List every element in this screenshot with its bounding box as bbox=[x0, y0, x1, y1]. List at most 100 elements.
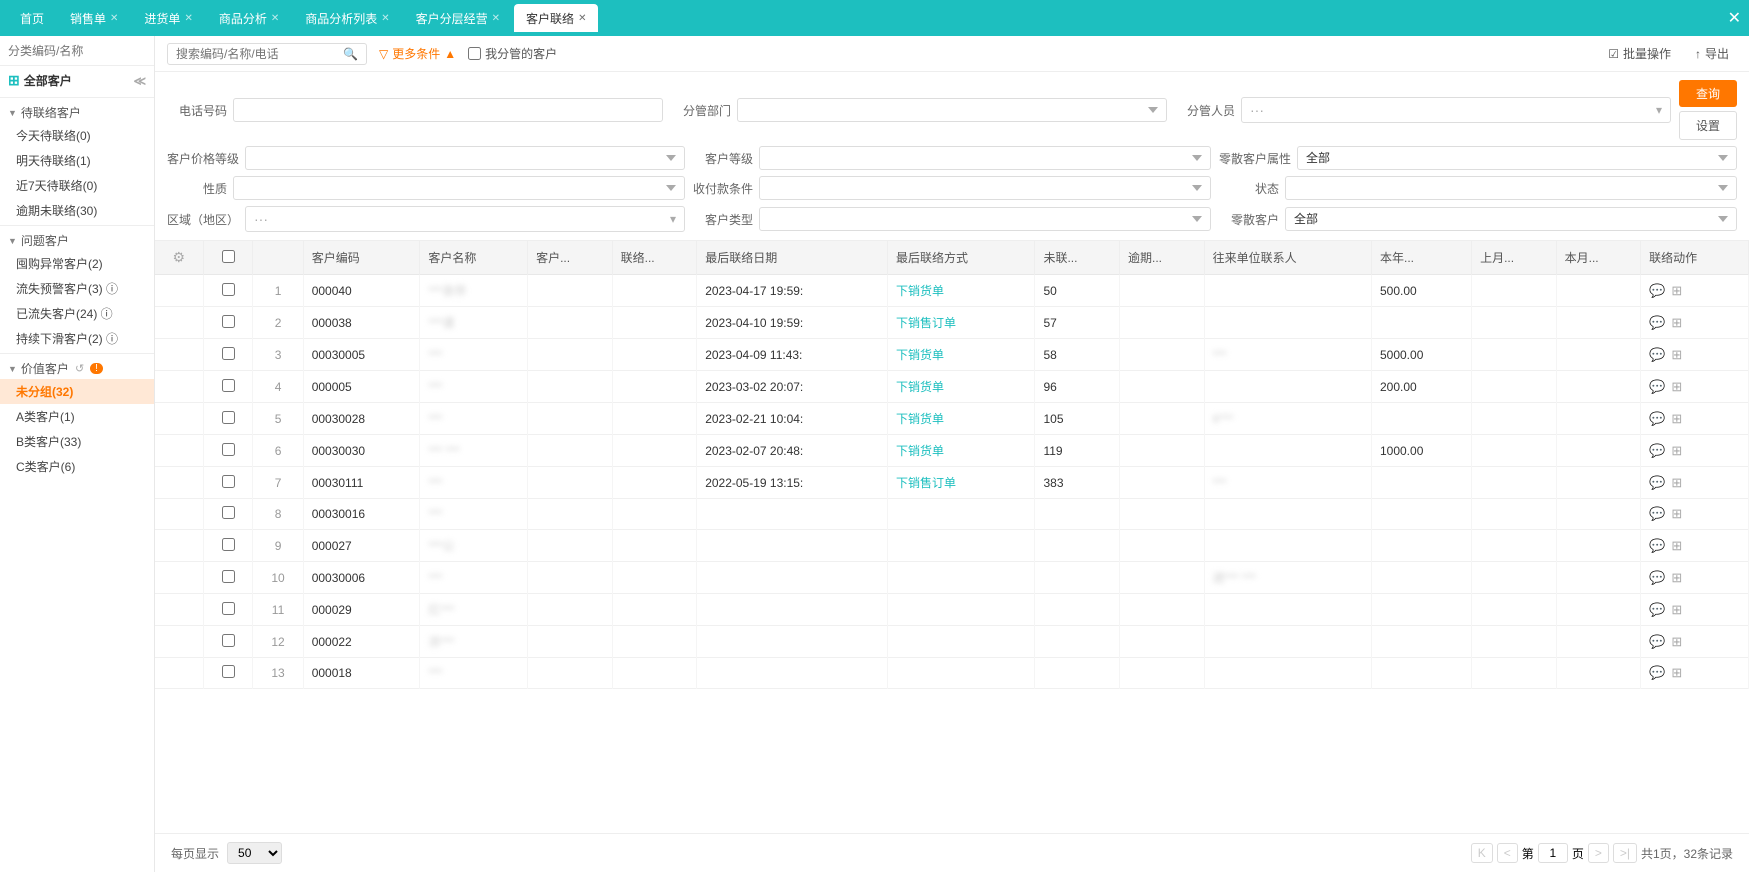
row-select-checkbox[interactable] bbox=[222, 602, 235, 615]
col-last-date[interactable]: 最后联络日期 bbox=[697, 241, 888, 275]
grid-action-icon[interactable]: ⊞ bbox=[1671, 443, 1682, 459]
col-no-contact[interactable]: 未联... bbox=[1035, 241, 1120, 275]
dept-select[interactable] bbox=[737, 98, 1167, 122]
col-last-way[interactable]: 最后联络方式 bbox=[887, 241, 1035, 275]
sidebar-item-overdue-pending[interactable]: 逾期未联络(30) bbox=[0, 198, 154, 223]
row-checkbox[interactable] bbox=[203, 339, 253, 371]
row-checkbox[interactable] bbox=[203, 467, 253, 499]
batch-ops-button[interactable]: ☑ 批量操作 bbox=[1600, 42, 1679, 65]
search-icon[interactable]: 🔍 bbox=[343, 47, 358, 61]
chat-icon[interactable]: 💬 bbox=[1649, 634, 1665, 650]
grid-action-icon[interactable]: ⊞ bbox=[1671, 347, 1682, 363]
close-icon[interactable]: ✕ bbox=[110, 13, 118, 24]
sidebar-search-input[interactable] bbox=[8, 44, 155, 58]
query-button[interactable]: 查询 bbox=[1679, 80, 1737, 107]
col-contact[interactable]: 联络... bbox=[612, 241, 697, 275]
price-level-select[interactable] bbox=[245, 146, 685, 170]
more-conditions-button[interactable]: ▽ 更多条件 ▲ bbox=[379, 45, 456, 62]
last-way-link[interactable]: 下销货单 bbox=[896, 348, 944, 362]
all-customers-header[interactable]: ⊞ 全部客户 ≪ bbox=[0, 66, 154, 95]
sidebar-item-abnormal-purchase[interactable]: 囤购异常客户(2) bbox=[0, 251, 154, 276]
grid-action-icon[interactable]: ⊞ bbox=[1671, 475, 1682, 491]
nav-tab-customer-segment[interactable]: 客户分层经营 ✕ bbox=[404, 4, 512, 32]
grid-action-icon[interactable]: ⊞ bbox=[1671, 379, 1682, 395]
last-way-link[interactable]: 下销售订单 bbox=[896, 316, 956, 330]
customer-level-select[interactable] bbox=[759, 146, 1211, 170]
row-checkbox[interactable] bbox=[203, 275, 253, 307]
sidebar-item-tomorrow-pending[interactable]: 明天待联络(1) bbox=[0, 148, 154, 173]
phone-input[interactable] bbox=[233, 98, 663, 122]
row-select-checkbox[interactable] bbox=[222, 665, 235, 678]
pending-group-header[interactable]: ▼ 待联络客户 bbox=[0, 100, 154, 123]
first-page-button[interactable]: K bbox=[1471, 843, 1493, 863]
my-customers-checkbox[interactable] bbox=[468, 47, 481, 60]
sidebar-item-group-c[interactable]: C类客户(6) bbox=[0, 454, 154, 479]
col-type[interactable]: 客户... bbox=[528, 241, 613, 275]
filter-search-input[interactable] bbox=[176, 47, 339, 61]
grid-action-icon[interactable]: ⊞ bbox=[1671, 602, 1682, 618]
gear-icon[interactable]: ⚙ bbox=[173, 249, 186, 265]
last-way-link[interactable]: 下销货单 bbox=[896, 412, 944, 426]
row-select-checkbox[interactable] bbox=[222, 570, 235, 583]
row-select-checkbox[interactable] bbox=[222, 315, 235, 328]
sidebar-item-group-b[interactable]: B类客户(33) bbox=[0, 429, 154, 454]
chat-icon[interactable]: 💬 bbox=[1649, 665, 1665, 681]
select-all-checkbox[interactable] bbox=[222, 250, 235, 263]
chat-icon[interactable]: 💬 bbox=[1649, 443, 1665, 459]
nav-tab-analysis-list[interactable]: 商品分析列表 ✕ bbox=[293, 4, 401, 32]
chat-icon[interactable]: 💬 bbox=[1649, 411, 1665, 427]
row-select-checkbox[interactable] bbox=[222, 283, 235, 296]
reset-button[interactable]: 设置 bbox=[1679, 111, 1737, 140]
col-last-month[interactable]: 上月... bbox=[1472, 241, 1557, 275]
collapse-icon[interactable]: ≪ bbox=[133, 74, 146, 88]
sidebar-item-declining[interactable]: 持续下滑客户(2) ⓘ bbox=[0, 326, 154, 351]
staff-select[interactable]: ··· bbox=[1241, 97, 1671, 123]
export-button[interactable]: ↑ 导出 bbox=[1687, 42, 1737, 65]
grid-action-icon[interactable]: ⊞ bbox=[1671, 634, 1682, 650]
refresh-icon[interactable]: ↺ bbox=[75, 362, 84, 375]
row-select-checkbox[interactable] bbox=[222, 475, 235, 488]
chat-icon[interactable]: 💬 bbox=[1649, 602, 1665, 618]
chat-icon[interactable]: 💬 bbox=[1649, 283, 1665, 299]
row-select-checkbox[interactable] bbox=[222, 634, 235, 647]
row-checkbox[interactable] bbox=[203, 307, 253, 339]
col-partner[interactable]: 往来单位联系人 bbox=[1204, 241, 1371, 275]
status-select[interactable] bbox=[1285, 176, 1737, 200]
row-checkbox[interactable] bbox=[203, 371, 253, 403]
close-icon[interactable]: ✕ bbox=[381, 13, 389, 24]
page-size-select[interactable]: 50 100 200 bbox=[227, 842, 282, 864]
row-checkbox[interactable] bbox=[203, 594, 253, 626]
close-icon[interactable]: ✕ bbox=[184, 13, 192, 24]
col-this-year[interactable]: 本年... bbox=[1371, 241, 1471, 275]
col-this-month[interactable]: 本月... bbox=[1556, 241, 1641, 275]
row-checkbox[interactable] bbox=[203, 435, 253, 467]
grid-action-icon[interactable]: ⊞ bbox=[1671, 411, 1682, 427]
gender-select[interactable] bbox=[233, 176, 685, 200]
close-icon[interactable]: ✕ bbox=[492, 13, 500, 24]
sidebar-item-churn-warning[interactable]: 流失预警客户(3) ⓘ bbox=[0, 276, 154, 301]
chat-icon[interactable]: 💬 bbox=[1649, 506, 1665, 522]
last-way-link[interactable]: 下销货单 bbox=[896, 444, 944, 458]
grid-action-icon[interactable]: ⊞ bbox=[1671, 506, 1682, 522]
value-group-header[interactable]: ▼ 价值客户 ↺ ! bbox=[0, 356, 154, 379]
col-name[interactable]: 客户名称 bbox=[420, 241, 528, 275]
row-checkbox[interactable] bbox=[203, 658, 253, 689]
close-all-button[interactable]: ✕ bbox=[1728, 8, 1741, 28]
row-checkbox[interactable] bbox=[203, 562, 253, 594]
chat-icon[interactable]: 💬 bbox=[1649, 379, 1665, 395]
col-gear[interactable]: ⚙ bbox=[155, 241, 203, 275]
sidebar-item-churned[interactable]: 已流失客户(24) ⓘ bbox=[0, 301, 154, 326]
row-select-checkbox[interactable] bbox=[222, 538, 235, 551]
nav-tab-sales[interactable]: 销售单 ✕ bbox=[58, 4, 130, 32]
col-code[interactable]: 客户编码 bbox=[303, 241, 420, 275]
chat-icon[interactable]: 💬 bbox=[1649, 315, 1665, 331]
retail-attr-select[interactable]: 全部 bbox=[1297, 146, 1737, 170]
payment-select[interactable] bbox=[759, 176, 1211, 200]
nav-tab-customer-contact[interactable]: 客户联络 ✕ bbox=[514, 4, 598, 32]
chat-icon[interactable]: 💬 bbox=[1649, 570, 1665, 586]
nav-tab-home[interactable]: 首页 bbox=[8, 4, 56, 32]
problem-group-header[interactable]: ▼ 问题客户 bbox=[0, 228, 154, 251]
row-select-checkbox[interactable] bbox=[222, 506, 235, 519]
prev-page-button[interactable]: < bbox=[1497, 843, 1518, 863]
row-checkbox[interactable] bbox=[203, 403, 253, 435]
